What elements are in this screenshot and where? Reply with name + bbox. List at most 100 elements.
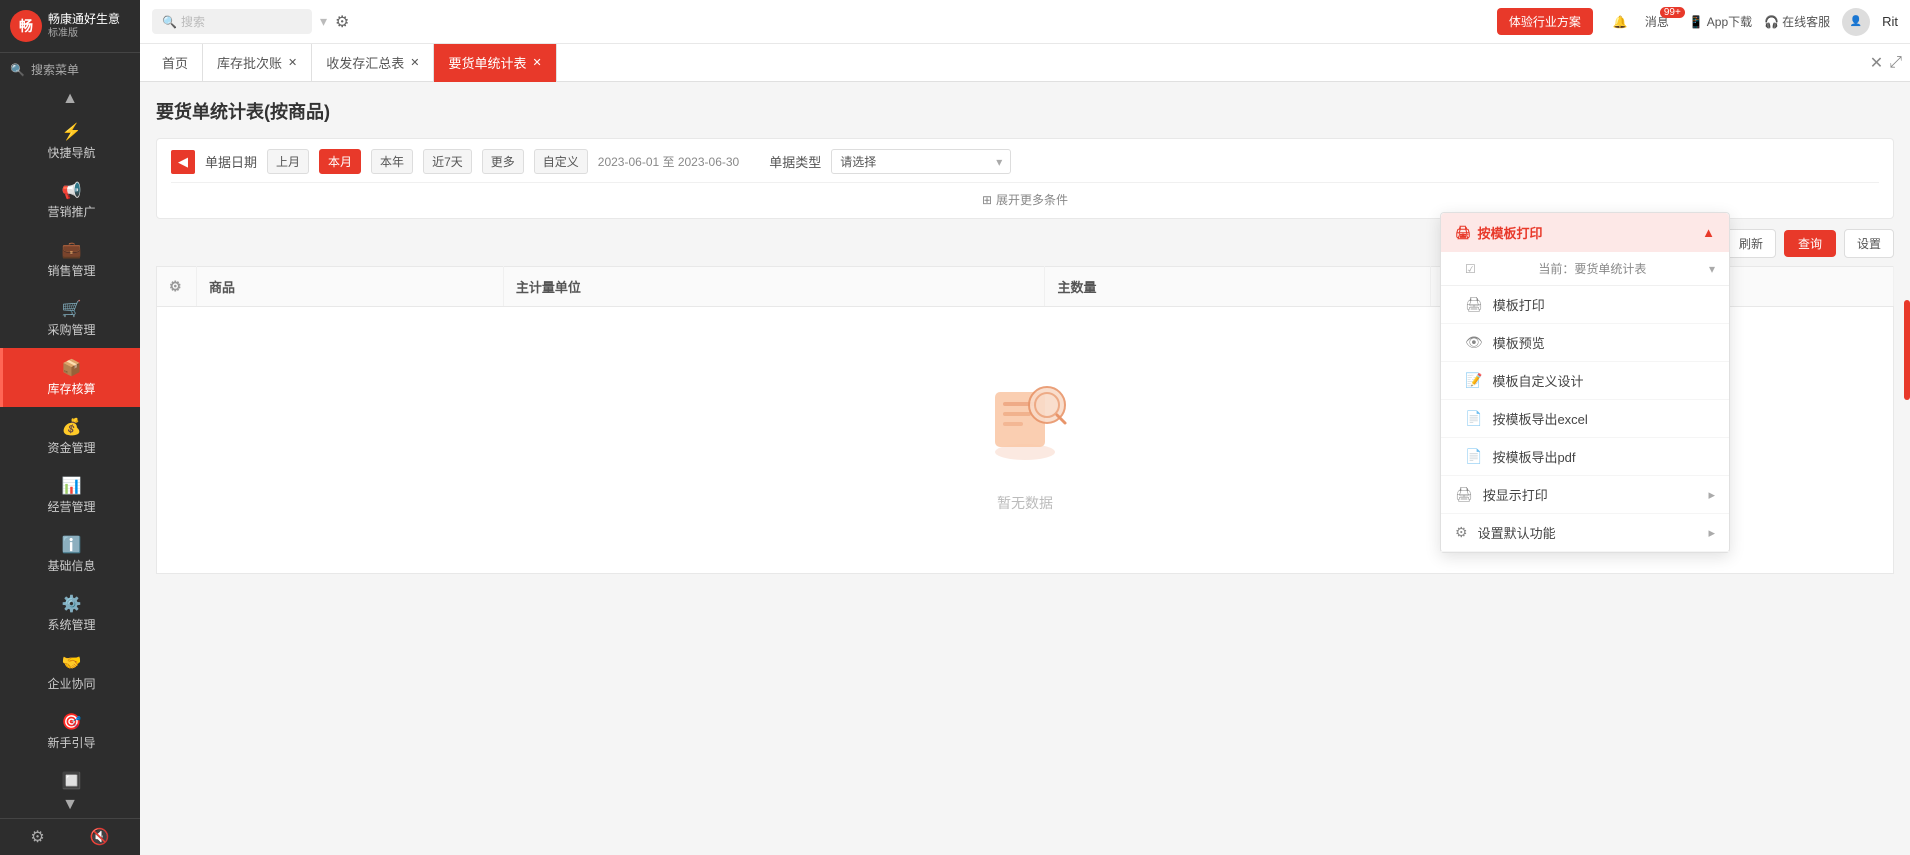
- tab-order-stats[interactable]: 要货单统计表 ✕: [434, 44, 556, 82]
- sidebar-item-marketing[interactable]: 📢 营销推广: [0, 171, 140, 230]
- filter-row-date: ◀ 单据日期 上月 本月 本年 近7天 更多 自定义 2023-06-01 至 …: [171, 149, 1879, 174]
- sales-icon: 💼: [62, 240, 82, 260]
- export-excel-item[interactable]: 📄 按模板导出excel: [1441, 400, 1729, 438]
- experience-btn[interactable]: 体验行业方案: [1497, 8, 1593, 35]
- date-btn-last-month[interactable]: 上月: [267, 149, 309, 174]
- expand-more-btn[interactable]: ⊞ 展开更多条件: [982, 191, 1068, 208]
- sidebar-item-collab[interactable]: 🤝 企业协同: [0, 643, 140, 702]
- settings-icon[interactable]: ⚙: [169, 278, 182, 294]
- app-download-btn[interactable]: 📱 App下载: [1689, 13, 1752, 30]
- close-window-btn[interactable]: ✕: [1870, 53, 1883, 73]
- logo-icon: 畅: [10, 10, 42, 42]
- select-chevron-icon: ▾: [996, 155, 1002, 169]
- tab-receipt-summary[interactable]: 收发存汇总表 ✕: [312, 44, 434, 82]
- settings-btn[interactable]: 设置: [1844, 229, 1894, 258]
- date-btn-this-year[interactable]: 本年: [371, 149, 413, 174]
- sidebar-item-system[interactable]: ⚙️ 系统管理: [0, 584, 140, 643]
- template-print-item[interactable]: 🖨 模板打印: [1441, 286, 1729, 324]
- sidebar-settings-icon[interactable]: ⚙: [30, 827, 44, 847]
- sidebar-search[interactable]: 🔍 搜索菜单: [0, 53, 140, 86]
- export-excel-icon: 📄: [1465, 410, 1482, 427]
- guide-icon: 🎯: [62, 712, 82, 732]
- tab-window-btns: ✕ ⤢: [1870, 53, 1902, 73]
- tabbar: 首页 库存批次账 ✕ 收发存汇总表 ✕ 要货单统计表 ✕ ✕ ⤢: [140, 44, 1910, 82]
- username: Rit: [1882, 14, 1898, 29]
- template-design-icon: 📝: [1465, 372, 1482, 389]
- col-unit: 主计量单位: [503, 267, 1045, 307]
- notification-btn[interactable]: 🔔 99+ 消息: [1605, 13, 1677, 30]
- print-dropdown: 🖨 按模板打印 ▲ ☑ 当前：要货单统计表 ▾ 🖨 模板打印 👁 模板预览 📝: [1440, 212, 1730, 553]
- page-title: 要货单统计表(按商品): [156, 98, 1894, 124]
- quick-nav-icon: ⚡: [62, 122, 82, 142]
- sidebar-item-finance[interactable]: 💰 资金管理: [0, 407, 140, 466]
- template-print-icon: 🖨: [1465, 296, 1483, 313]
- sidebar: 畅 畅康通好生意 标准版 🔍 搜索菜单 ▲ ⚡ 快捷导航 📢 营销推广 💼 销售…: [0, 0, 140, 855]
- sidebar-item-operation[interactable]: 📊 经营管理: [0, 466, 140, 525]
- set-default-icon: ⚙: [1455, 524, 1468, 541]
- topbar: 🔍 搜索 ▾ ⚙ 体验行业方案 🔔 99+ 消息 📱 App下载 🎧 在线客服: [140, 0, 1910, 44]
- sidebar-logo: 畅 畅康通好生意 标准版: [0, 0, 140, 53]
- date-btn-current-month[interactable]: 本月: [319, 149, 361, 174]
- date-range-display: 2023-06-01 至 2023-06-30: [598, 153, 739, 170]
- tab-order-stats-close[interactable]: ✕: [533, 56, 542, 69]
- marketing-icon: 📢: [62, 181, 82, 201]
- query-btn[interactable]: 查询: [1784, 230, 1836, 257]
- sidebar-item-quick-nav[interactable]: ⚡ 快捷导航: [0, 112, 140, 171]
- refresh-btn[interactable]: 刷新: [1726, 229, 1776, 258]
- notification-icon: 🔔: [1613, 15, 1628, 29]
- col-check: ⚙: [157, 267, 197, 307]
- online-service-btn[interactable]: 🎧 在线客服: [1764, 13, 1830, 30]
- sidebar-item-guide[interactable]: 🎯 新手引导: [0, 702, 140, 761]
- set-default-item[interactable]: ⚙ 设置默认功能 ▸: [1441, 514, 1729, 552]
- collapse-icon[interactable]: ◀: [171, 150, 195, 174]
- dropdown-arrow-icon[interactable]: ▾: [320, 13, 327, 30]
- tab-inventory-batch-close[interactable]: ✕: [288, 56, 297, 69]
- page-content: 要货单统计表(按商品) ◀ 单据日期 上月 本月 本年 近7天 更多 自定义 2…: [140, 82, 1910, 855]
- scroll-up-btn[interactable]: ▲: [0, 86, 140, 112]
- tab-receipt-summary-close[interactable]: ✕: [410, 56, 419, 69]
- template-design-item[interactable]: 📝 模板自定义设计: [1441, 362, 1729, 400]
- basic-icon: ℹ️: [62, 535, 82, 555]
- collab-icon: 🤝: [62, 653, 82, 673]
- export-pdf-item[interactable]: 📄 按模板导出pdf: [1441, 438, 1729, 476]
- logo-text: 畅康通好生意 标准版: [48, 12, 120, 41]
- order-type-select[interactable]: 请选择 ▾: [831, 149, 1011, 174]
- col-goods: 商品: [197, 267, 504, 307]
- sidebar-mute-icon[interactable]: 🔇: [90, 827, 110, 847]
- finance-icon: 💰: [62, 417, 82, 437]
- scroll-down-btn[interactable]: ▼: [0, 792, 140, 818]
- template-preview-icon: 👁: [1465, 334, 1483, 351]
- current-chevron-icon: ▾: [1709, 262, 1715, 276]
- sidebar-item-inventory[interactable]: 📦 库存核算: [0, 348, 140, 407]
- right-scrollbar[interactable]: [1904, 300, 1910, 400]
- sidebar-nav: ⚡ 快捷导航 📢 营销推广 💼 销售管理 🛒 采购管理 📦 库存核算 💰 资金管…: [0, 112, 140, 792]
- tab-inventory-batch[interactable]: 库存批次账 ✕: [203, 44, 312, 82]
- sidebar-item-purchase[interactable]: 🛒 采购管理: [0, 289, 140, 348]
- topbar-settings-icon[interactable]: ⚙: [335, 12, 349, 32]
- display-print-item[interactable]: 🖨 按显示打印 ▸: [1441, 476, 1729, 514]
- sidebar-item-basic[interactable]: ℹ️ 基础信息: [0, 525, 140, 584]
- system-icon: ⚙️: [62, 594, 82, 614]
- avatar[interactable]: 👤: [1842, 8, 1870, 36]
- export-pdf-icon: 📄: [1465, 448, 1482, 465]
- sidebar-bottom: ⚙ 🔇: [0, 818, 140, 855]
- operation-icon: 📊: [62, 476, 82, 496]
- main-area: 🔍 搜索 ▾ ⚙ 体验行业方案 🔔 99+ 消息 📱 App下载 🎧 在线客服: [140, 0, 1910, 855]
- current-icon: ☑: [1465, 262, 1476, 276]
- date-btn-last-7-days[interactable]: 近7天: [423, 149, 472, 174]
- set-default-chevron-icon: ▸: [1708, 525, 1715, 541]
- printer-icon: 🖨: [1455, 225, 1472, 241]
- template-preview-item[interactable]: 👁 模板预览: [1441, 324, 1729, 362]
- sidebar-item-sales[interactable]: 💼 销售管理: [0, 230, 140, 289]
- date-btn-custom[interactable]: 自定义: [534, 149, 588, 174]
- purchase-icon: 🛒: [62, 299, 82, 319]
- topbar-search-box[interactable]: 🔍 搜索: [152, 9, 312, 34]
- headset-icon: 🎧: [1764, 15, 1779, 29]
- inventory-icon: 📦: [62, 358, 82, 378]
- expand-more-icon: ⊞: [982, 193, 992, 207]
- expand-window-btn[interactable]: ⤢: [1889, 54, 1902, 72]
- print-dropdown-header[interactable]: 🖨 按模板打印 ▲: [1441, 213, 1729, 252]
- date-btn-more[interactable]: 更多: [482, 149, 524, 174]
- tab-home[interactable]: 首页: [148, 44, 203, 82]
- sidebar-item-appstore[interactable]: 🔲 应用中心: [0, 761, 140, 792]
